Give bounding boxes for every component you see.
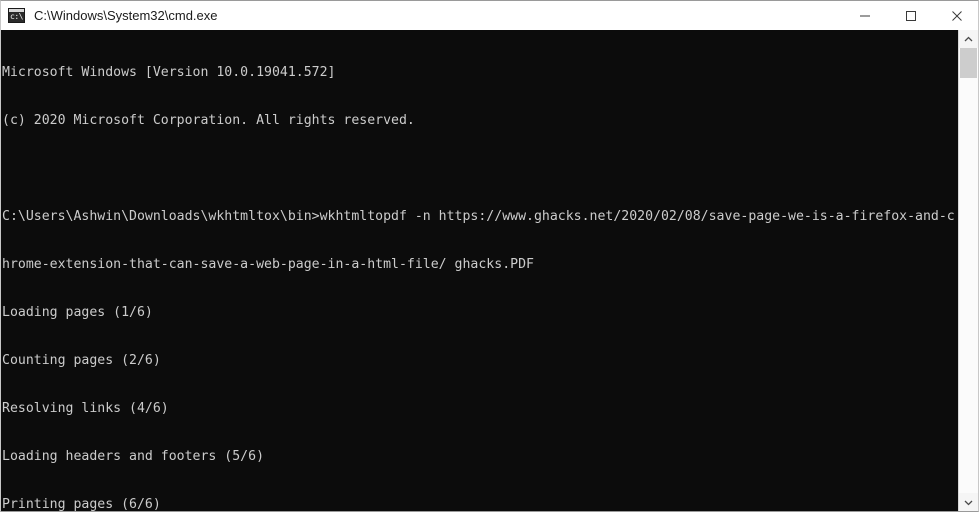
terminal-line: (c) 2020 Microsoft Corporation. All righ…	[2, 113, 415, 128]
maximize-icon	[906, 10, 916, 21]
window-controls	[842, 1, 978, 30]
terminal-line-command: C:\Users\Ashwin\Downloads\wkhtmltox\bin>…	[2, 209, 955, 224]
vertical-scrollbar[interactable]	[958, 30, 978, 511]
terminal-output: Microsoft Windows [Version 10.0.19041.57…	[2, 33, 958, 511]
title-bar[interactable]: c:\ C:\Windows\System32\cmd.exe	[1, 1, 978, 30]
scrollbar-thumb[interactable]	[960, 48, 977, 78]
terminal-line: Counting pages (2/6)	[2, 353, 161, 368]
scroll-up-button[interactable]	[959, 30, 978, 48]
cmd-window: c:\ C:\Windows\System32\cmd.exe Microsof…	[0, 0, 979, 512]
terminal-console[interactable]: Microsoft Windows [Version 10.0.19041.57…	[1, 30, 978, 511]
chevron-down-icon	[964, 500, 973, 505]
chevron-up-icon	[964, 36, 973, 41]
minimize-button[interactable]	[842, 1, 888, 30]
scroll-down-button[interactable]	[959, 493, 978, 511]
minimize-icon	[860, 15, 870, 16]
scrollbar-track[interactable]	[959, 48, 978, 493]
cmd-icon[interactable]: c:\	[8, 8, 25, 23]
cmd-icon-glyph: c:\	[10, 12, 23, 21]
terminal-line: Microsoft Windows [Version 10.0.19041.57…	[2, 65, 336, 80]
close-icon	[952, 10, 962, 21]
window-title: C:\Windows\System32\cmd.exe	[34, 8, 218, 23]
terminal-line: Printing pages (6/6)	[2, 497, 161, 511]
close-button[interactable]	[934, 1, 978, 30]
terminal-line-command-wrap: hrome-extension-that-can-save-a-web-page…	[2, 257, 534, 272]
terminal-line: Loading pages (1/6)	[2, 305, 153, 320]
terminal-line: Loading headers and footers (5/6)	[2, 449, 265, 464]
terminal-line: Resolving links (4/6)	[2, 401, 169, 416]
maximize-button[interactable]	[888, 1, 934, 30]
